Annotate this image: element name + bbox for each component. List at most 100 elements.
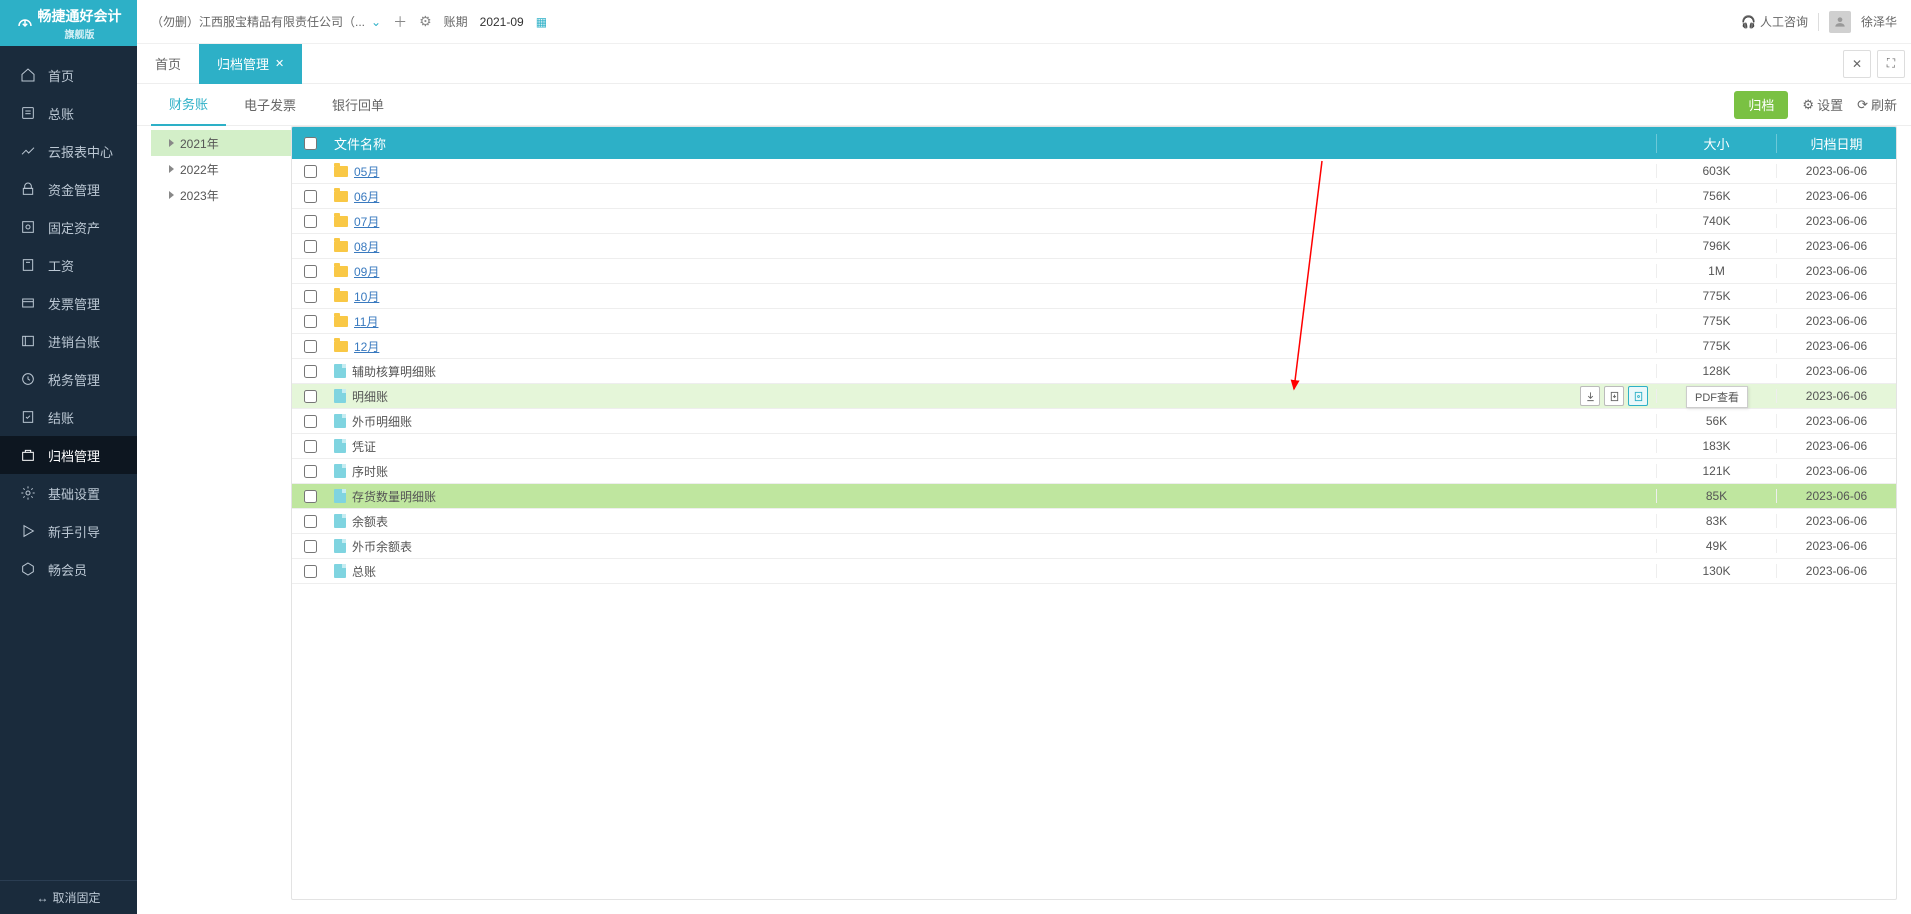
table-row[interactable]: 11月775K2023-06-06: [292, 309, 1896, 334]
table-row[interactable]: 09月1M2023-06-06: [292, 259, 1896, 284]
subtab-einvoice[interactable]: 电子发票: [226, 84, 314, 126]
file-name[interactable]: 05月: [354, 163, 379, 180]
row-checkbox[interactable]: [304, 490, 317, 503]
file-size: 796K: [1656, 239, 1776, 253]
table-row[interactable]: 凭证183K2023-06-06: [292, 434, 1896, 459]
table-row[interactable]: 明细账PDF查看30K2023-06-06: [292, 384, 1896, 409]
table-row[interactable]: 外币余额表49K2023-06-06: [292, 534, 1896, 559]
row-checkbox[interactable]: [304, 240, 317, 253]
file-name[interactable]: 辅助核算明细账: [352, 363, 436, 380]
file-name[interactable]: 存货数量明细账: [352, 488, 436, 505]
sidebar-item-3[interactable]: 资金管理: [0, 170, 137, 208]
table-row[interactable]: 07月740K2023-06-06: [292, 209, 1896, 234]
row-checkbox[interactable]: [304, 390, 317, 403]
row-actions: [1580, 386, 1648, 406]
close-icon[interactable]: ✕: [275, 57, 284, 70]
subtab-financial[interactable]: 财务账: [151, 84, 226, 126]
row-checkbox[interactable]: [304, 465, 317, 478]
table-row[interactable]: 05月603K2023-06-06: [292, 159, 1896, 184]
table-row[interactable]: 外币明细账56K2023-06-06: [292, 409, 1896, 434]
consult-link[interactable]: 🎧人工咨询: [1741, 13, 1808, 30]
folder-icon: [334, 291, 348, 302]
table-row[interactable]: 余额表83K2023-06-06: [292, 509, 1896, 534]
download-icon[interactable]: [1580, 386, 1600, 406]
file-name[interactable]: 07月: [354, 213, 379, 230]
row-checkbox[interactable]: [304, 515, 317, 528]
row-checkbox[interactable]: [304, 315, 317, 328]
select-all-checkbox[interactable]: [304, 137, 317, 150]
row-checkbox[interactable]: [304, 190, 317, 203]
caret-icon: [169, 165, 174, 173]
file-name[interactable]: 06月: [354, 188, 379, 205]
refresh-link[interactable]: ⟳刷新: [1857, 95, 1897, 114]
row-checkbox[interactable]: [304, 215, 317, 228]
company-selector[interactable]: （勿删）江西服宝精品有限责任公司（... ⌄: [151, 13, 381, 30]
file-name[interactable]: 12月: [354, 338, 379, 355]
sidebar-item-5[interactable]: 工资: [0, 246, 137, 284]
row-checkbox[interactable]: [304, 165, 317, 178]
topbar: （勿删）江西服宝精品有限责任公司（... ⌄ ＋ ⚙ 账期 2021-09 ▦ …: [137, 0, 1911, 44]
file-name[interactable]: 11月: [354, 313, 378, 330]
file-name[interactable]: 外币余额表: [352, 538, 412, 555]
file-name[interactable]: 余额表: [352, 513, 388, 530]
pdf-view-icon[interactable]: [1628, 386, 1648, 406]
table-row[interactable]: 序时账121K2023-06-06: [292, 459, 1896, 484]
sidebar-item-12[interactable]: 新手引导: [0, 512, 137, 550]
tree-year-2023年[interactable]: 2023年: [151, 182, 291, 208]
sidebar-item-2[interactable]: 云报表中心: [0, 132, 137, 170]
row-checkbox[interactable]: [304, 565, 317, 578]
tabs-close-all[interactable]: ✕: [1843, 50, 1871, 78]
row-checkbox[interactable]: [304, 365, 317, 378]
tab-home[interactable]: 首页: [137, 44, 199, 84]
nav-icon: [20, 295, 36, 311]
file-name[interactable]: 序时账: [352, 463, 388, 480]
calendar-icon[interactable]: ▦: [536, 15, 547, 29]
file-name[interactable]: 10月: [354, 288, 379, 305]
table-row[interactable]: 存货数量明细账85K2023-06-06: [292, 484, 1896, 509]
period-value[interactable]: 2021-09: [480, 15, 524, 29]
tree-year-2021年[interactable]: 2021年: [151, 130, 291, 156]
table-row[interactable]: 12月775K2023-06-06: [292, 334, 1896, 359]
table-row[interactable]: 08月796K2023-06-06: [292, 234, 1896, 259]
sidebar-item-11[interactable]: 基础设置: [0, 474, 137, 512]
table-row[interactable]: 10月775K2023-06-06: [292, 284, 1896, 309]
row-checkbox[interactable]: [304, 415, 317, 428]
sidebar-item-10[interactable]: 归档管理: [0, 436, 137, 474]
table-row[interactable]: 06月756K2023-06-06: [292, 184, 1896, 209]
avatar[interactable]: [1829, 11, 1851, 33]
file-name[interactable]: 总账: [352, 563, 376, 580]
sidebar-unpin[interactable]: ↔取消固定: [0, 880, 137, 914]
sidebar-item-0[interactable]: 首页: [0, 56, 137, 94]
nav-icon: [20, 561, 36, 577]
sidebar-item-4[interactable]: 固定资产: [0, 208, 137, 246]
row-checkbox[interactable]: [304, 265, 317, 278]
archive-button[interactable]: 归档: [1734, 91, 1788, 119]
table-row[interactable]: 辅助核算明细账128K2023-06-06: [292, 359, 1896, 384]
tabs-fullscreen[interactable]: ⛶: [1877, 50, 1905, 78]
file-name[interactable]: 外币明细账: [352, 413, 412, 430]
sidebar-item-7[interactable]: 进销台账: [0, 322, 137, 360]
table-row[interactable]: 总账130K2023-06-06: [292, 559, 1896, 584]
row-checkbox[interactable]: [304, 290, 317, 303]
file-name[interactable]: 08月: [354, 238, 379, 255]
sidebar-item-9[interactable]: 结账: [0, 398, 137, 436]
gear-icon[interactable]: ⚙: [419, 13, 432, 30]
pdf-download-icon[interactable]: [1604, 386, 1624, 406]
tree-year-2022年[interactable]: 2022年: [151, 156, 291, 182]
username[interactable]: 徐泽华: [1861, 13, 1897, 30]
folder-icon: [334, 266, 348, 277]
settings-link[interactable]: ⚙设置: [1802, 95, 1843, 114]
file-name[interactable]: 09月: [354, 263, 379, 280]
file-name[interactable]: 凭证: [352, 438, 376, 455]
row-checkbox[interactable]: [304, 540, 317, 553]
sidebar-item-6[interactable]: 发票管理: [0, 284, 137, 322]
row-checkbox[interactable]: [304, 440, 317, 453]
sidebar-item-8[interactable]: 税务管理: [0, 360, 137, 398]
subtab-bankreceipt[interactable]: 银行回单: [314, 84, 402, 126]
sidebar-item-1[interactable]: 总账: [0, 94, 137, 132]
add-icon[interactable]: ＋: [393, 12, 407, 32]
tab-archive[interactable]: 归档管理✕: [199, 44, 302, 84]
file-name[interactable]: 明细账: [352, 388, 388, 405]
sidebar-item-13[interactable]: 畅会员: [0, 550, 137, 588]
row-checkbox[interactable]: [304, 340, 317, 353]
